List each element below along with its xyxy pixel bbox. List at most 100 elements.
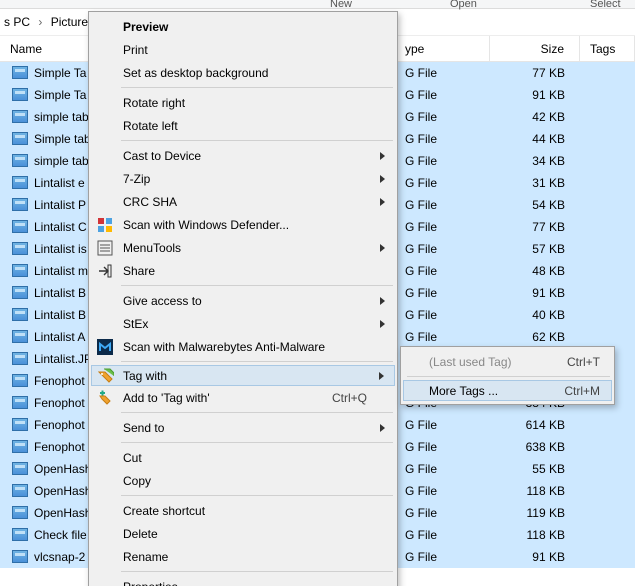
menu-print[interactable]: Print (91, 38, 395, 61)
menu-share[interactable]: Share (91, 259, 395, 282)
file-name: OpenHash (34, 484, 91, 498)
file-tags (580, 84, 635, 106)
file-type: G File (395, 304, 490, 326)
file-size: 638 KB (490, 436, 580, 458)
file-size: 62 KB (490, 326, 580, 348)
image-file-icon (12, 352, 28, 365)
menu-rename[interactable]: Rename (91, 545, 395, 568)
image-file-icon (12, 308, 28, 321)
file-tags (580, 172, 635, 194)
menu-scan-defender[interactable]: Scan with Windows Defender... (91, 213, 395, 236)
image-file-icon (12, 418, 28, 431)
menu-preview[interactable]: Preview (91, 15, 395, 38)
file-tags (580, 458, 635, 480)
image-file-icon (12, 264, 28, 277)
file-size: 54 KB (490, 194, 580, 216)
image-file-icon (12, 88, 28, 101)
image-file-icon (12, 220, 28, 233)
image-file-icon (12, 154, 28, 167)
menu-send-to[interactable]: Send to (91, 416, 395, 439)
menu-tag-with[interactable]: Tag with (91, 365, 395, 386)
file-type: G File (395, 524, 490, 546)
file-size: 118 KB (490, 524, 580, 546)
submenu-more-tags[interactable]: More Tags ... Ctrl+M (403, 380, 612, 401)
file-type: G File (395, 194, 490, 216)
image-file-icon (12, 286, 28, 299)
file-size: 57 KB (490, 238, 580, 260)
file-size: 614 KB (490, 414, 580, 436)
ribbon-select-label: Select (590, 0, 621, 10)
context-menu: Preview Print Set as desktop background … (88, 11, 398, 586)
share-icon (97, 263, 113, 279)
add-tag-icon (97, 390, 113, 406)
file-type: G File (395, 84, 490, 106)
file-name: Check file (34, 528, 87, 542)
menu-add-to-tag-with[interactable]: Add to 'Tag with'Ctrl+Q (91, 386, 395, 409)
file-tags (580, 260, 635, 282)
file-name: simple tab (34, 154, 89, 168)
header-size[interactable]: Size (490, 36, 580, 61)
shortcut-text: Ctrl+T (567, 355, 600, 369)
menu-give-access[interactable]: Give access to (91, 289, 395, 312)
file-size: 91 KB (490, 546, 580, 568)
file-tags (580, 480, 635, 502)
file-name: Lintalist e (34, 176, 85, 190)
image-file-icon (12, 462, 28, 475)
menu-stex[interactable]: StEx (91, 312, 395, 335)
menu-cast-to-device[interactable]: Cast to Device (91, 144, 395, 167)
header-tags[interactable]: Tags (580, 36, 635, 61)
file-type: G File (395, 150, 490, 172)
file-name: Fenophot (34, 418, 85, 432)
ribbon-new-label: New (330, 0, 352, 10)
file-type: G File (395, 480, 490, 502)
file-type: G File (395, 546, 490, 568)
menu-scan-malwarebytes[interactable]: Scan with Malwarebytes Anti-Malware (91, 335, 395, 358)
header-type[interactable]: ype (395, 36, 490, 61)
malwarebytes-icon (97, 339, 113, 355)
file-name: Simple Ta (34, 88, 86, 102)
file-size: 91 KB (490, 282, 580, 304)
file-tags (580, 502, 635, 524)
image-file-icon (12, 110, 28, 123)
file-name: Lintalist A (34, 330, 85, 344)
file-name: Fenophot (34, 396, 85, 410)
image-file-icon (12, 176, 28, 189)
menu-rotate-left[interactable]: Rotate left (91, 114, 395, 137)
menu-delete[interactable]: Delete (91, 522, 395, 545)
file-type: G File (395, 326, 490, 348)
file-size: 91 KB (490, 84, 580, 106)
menu-properties[interactable]: Properties (91, 575, 395, 586)
menu-copy[interactable]: Copy (91, 469, 395, 492)
menu-set-desktop-background[interactable]: Set as desktop background (91, 61, 395, 84)
file-name: simple tab (34, 110, 89, 124)
ribbon-open-label: Open (450, 0, 477, 10)
file-name: Lintalist P (34, 198, 86, 212)
menu-separator (121, 140, 393, 141)
file-tags (580, 106, 635, 128)
file-name: Lintalist C (34, 220, 87, 234)
menu-rotate-right[interactable]: Rotate right (91, 91, 395, 114)
file-size: 42 KB (490, 106, 580, 128)
image-file-icon (12, 242, 28, 255)
file-type: G File (395, 106, 490, 128)
menu-separator (407, 376, 610, 377)
file-name: Simple Ta (34, 66, 86, 80)
image-file-icon (12, 198, 28, 211)
menu-create-shortcut[interactable]: Create shortcut (91, 499, 395, 522)
menu-separator (121, 285, 393, 286)
chevron-right-icon (380, 297, 385, 305)
chevron-right-icon (380, 424, 385, 432)
file-name: Lintalist is (34, 242, 87, 256)
menu-menutools[interactable]: MenuTools (91, 236, 395, 259)
crumb-pc[interactable]: s PC (4, 15, 30, 29)
file-size: 34 KB (490, 150, 580, 172)
shield-icon (97, 217, 113, 233)
menu-7zip[interactable]: 7-Zip (91, 167, 395, 190)
shortcut-text: Ctrl+Q (332, 391, 367, 405)
menu-crc-sha[interactable]: CRC SHA (91, 190, 395, 213)
file-type: G File (395, 62, 490, 84)
submenu-last-used-tag[interactable]: (Last used Tag) Ctrl+T (403, 350, 612, 373)
image-file-icon (12, 374, 28, 387)
file-type: G File (395, 414, 490, 436)
menu-cut[interactable]: Cut (91, 446, 395, 469)
